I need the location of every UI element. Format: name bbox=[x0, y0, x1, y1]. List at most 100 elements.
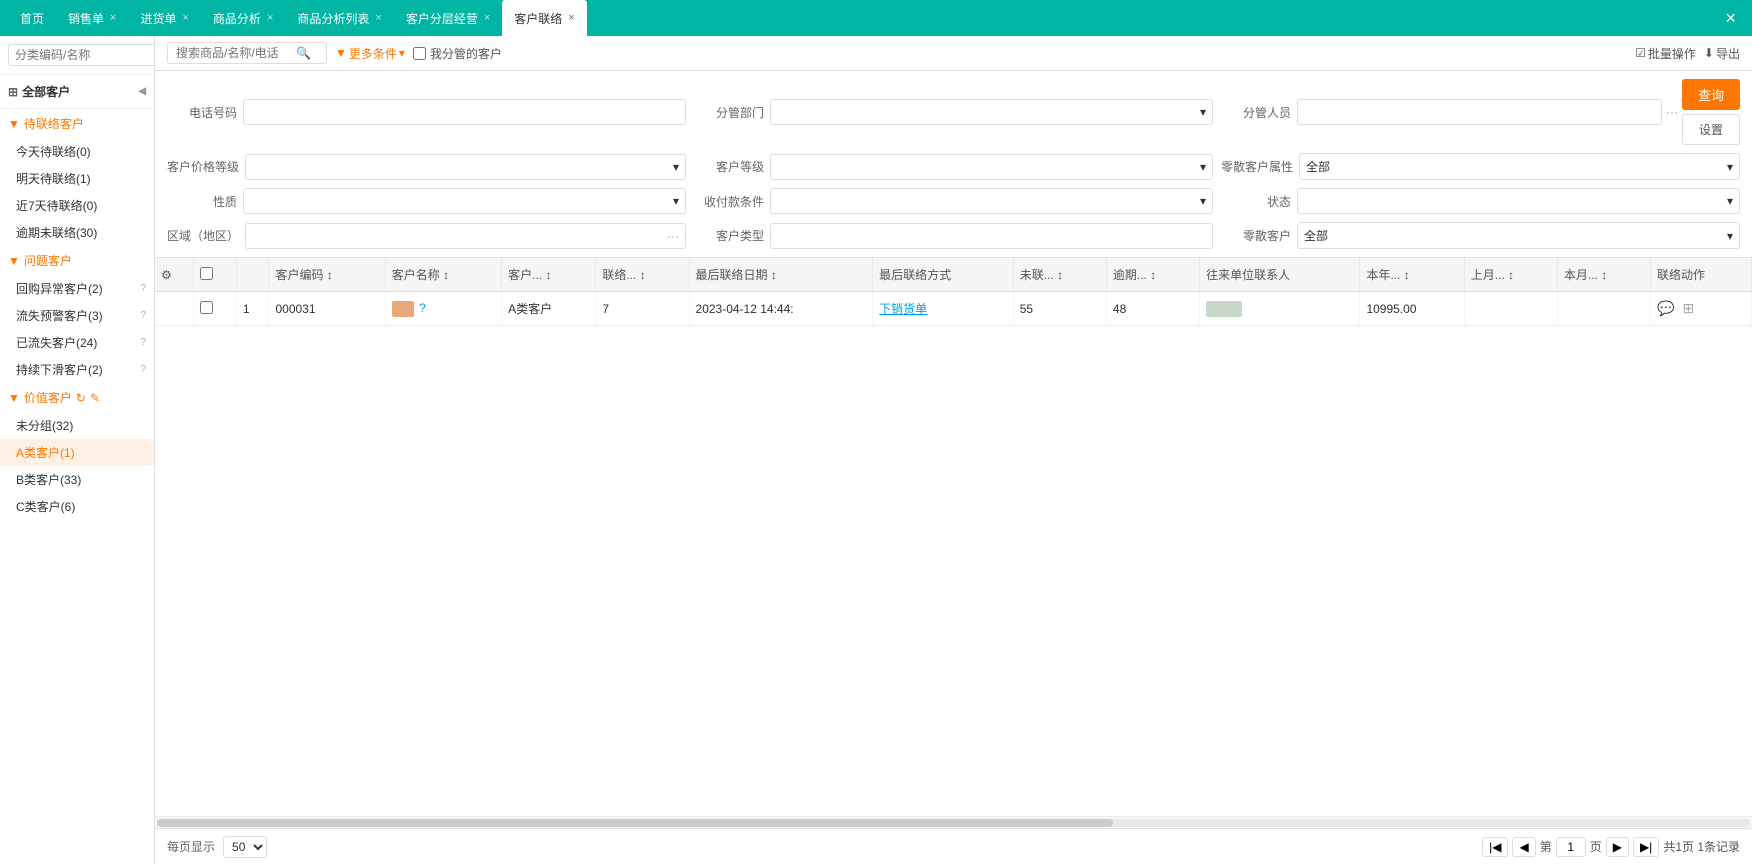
select-all-checkbox[interactable] bbox=[200, 267, 213, 280]
tab-analysis-list-close[interactable]: × bbox=[375, 12, 381, 24]
sidebar-item-overdue[interactable]: 逾期未联络(30) bbox=[0, 219, 154, 246]
col-customer-type[interactable]: 客户... ↕ bbox=[502, 258, 596, 292]
sidebar-item-class-a[interactable]: A类客户(1) bbox=[0, 439, 154, 466]
col-contacts[interactable]: 联络... ↕ bbox=[596, 258, 689, 292]
col-name[interactable]: 客户名称 ↕ bbox=[385, 258, 501, 292]
advanced-filter-panel: 电话号码 分管部门 分管人员 ··· 查询 设置 bbox=[155, 71, 1752, 258]
scrollbar-track[interactable] bbox=[157, 819, 1750, 827]
value-edit-icon[interactable]: ✎ bbox=[90, 391, 100, 405]
tab-purchase-close[interactable]: × bbox=[182, 12, 188, 24]
filter-row-dept: 分管部门 bbox=[694, 79, 1213, 145]
tab-segment-close[interactable]: × bbox=[484, 12, 490, 24]
sidebar-all-customers[interactable]: ⊞ 全部客户 ◀ bbox=[0, 75, 154, 109]
page-unit: 页 bbox=[1590, 838, 1602, 855]
row-checkbox[interactable] bbox=[200, 301, 213, 314]
sidebar-item-tomorrow[interactable]: 明天待联络(1) bbox=[0, 165, 154, 192]
first-page-button[interactable]: |◀ bbox=[1482, 837, 1508, 857]
lost-warning-help-icon[interactable]: ? bbox=[140, 310, 146, 321]
dept-select[interactable] bbox=[770, 99, 1213, 125]
staff-input[interactable] bbox=[1297, 99, 1662, 125]
next-page-button[interactable]: ▶ bbox=[1606, 837, 1629, 857]
sidebar-item-repurchase-abnormal[interactable]: 回购异常客户(2) ? bbox=[0, 275, 154, 302]
sidebar-item-unclassified[interactable]: 未分组(32) bbox=[0, 412, 154, 439]
nav-tab-analysis[interactable]: 商品分析 × bbox=[201, 0, 285, 36]
horizontal-scrollbar[interactable] bbox=[155, 816, 1752, 828]
nav-home[interactable]: 首页 bbox=[8, 0, 56, 36]
sidebar-item-declining[interactable]: 持续下滑客户(2) ? bbox=[0, 356, 154, 383]
collapse-icon[interactable]: ◀ bbox=[138, 86, 146, 97]
sidebar-item-class-c[interactable]: C类客户(6) bbox=[0, 493, 154, 520]
more-filters-button[interactable]: ▼ 更多条件 ▾ bbox=[335, 45, 405, 62]
sidebar-search-container: 🔍 bbox=[0, 36, 154, 75]
price-grade-select[interactable] bbox=[245, 154, 686, 180]
action-message-icon[interactable]: 💬 bbox=[1657, 300, 1674, 317]
filter-row-retail-customer: 零散客户 全部 bbox=[1221, 222, 1740, 249]
sidebar-group-pending[interactable]: ▼ 待联络客户 bbox=[0, 109, 154, 138]
action-link-icon[interactable]: ⊞ bbox=[1682, 300, 1694, 317]
col-not-contacted[interactable]: 未联... ↕ bbox=[1013, 258, 1106, 292]
staff-more-icon[interactable]: ··· bbox=[1666, 105, 1678, 119]
col-last-month[interactable]: 上月... ↕ bbox=[1464, 258, 1557, 292]
sidebar-group-value[interactable]: ▼ 价值客户 ↻ ✎ bbox=[0, 383, 154, 412]
nature-select[interactable] bbox=[243, 188, 686, 214]
row-this-month-cell bbox=[1557, 292, 1650, 326]
row-last-contact-method-cell[interactable]: 下销货单 bbox=[873, 292, 1014, 326]
tab-contact-close[interactable]: × bbox=[568, 12, 574, 24]
nav-tab-sales[interactable]: 销售单 × bbox=[56, 0, 128, 36]
setting-button[interactable]: 设置 bbox=[1682, 114, 1740, 145]
payment-select[interactable] bbox=[770, 188, 1213, 214]
window-close-button[interactable]: × bbox=[1717, 8, 1744, 29]
value-refresh-icon[interactable]: ↻ bbox=[76, 391, 86, 405]
declining-label: 持续下滑客户(2) bbox=[16, 361, 103, 378]
my-customers-filter[interactable]: 我分管的客户 bbox=[413, 45, 502, 62]
sidebar-item-lost[interactable]: 已流失客户(24) ? bbox=[0, 329, 154, 356]
tab-segment-label: 客户分层经营 bbox=[406, 10, 478, 27]
region-select[interactable]: ··· bbox=[245, 223, 686, 249]
batch-operation-button[interactable]: ☑ 批量操作 bbox=[1635, 45, 1696, 62]
lost-help-icon[interactable]: ? bbox=[140, 337, 146, 348]
repurchase-help-icon[interactable]: ? bbox=[140, 283, 146, 294]
last-page-button[interactable]: ▶| bbox=[1633, 837, 1659, 857]
col-overdue[interactable]: 逾期... ↕ bbox=[1106, 258, 1199, 292]
col-last-contact-date[interactable]: 最后联络日期 ↕ bbox=[689, 258, 873, 292]
nav-tab-analysis-list[interactable]: 商品分析列表 × bbox=[285, 0, 393, 36]
retail-customer-select[interactable]: 全部 bbox=[1297, 222, 1740, 249]
col-settings[interactable]: ⚙ bbox=[155, 258, 193, 292]
tab-analysis-close[interactable]: × bbox=[267, 12, 273, 24]
customer-type-input[interactable] bbox=[770, 223, 1213, 249]
customer-grade-select[interactable] bbox=[770, 154, 1213, 180]
row-checkbox-cell[interactable] bbox=[193, 292, 236, 326]
query-button[interactable]: 查询 bbox=[1682, 79, 1740, 110]
status-select[interactable] bbox=[1297, 188, 1740, 214]
col-code[interactable]: 客户编码 ↕ bbox=[269, 258, 385, 292]
pending-arrow: ▼ bbox=[8, 117, 20, 131]
customer-type-label: 客户类型 bbox=[694, 227, 764, 244]
sidebar-item-today[interactable]: 今天待联络(0) bbox=[0, 138, 154, 165]
prev-page-button[interactable]: ◀ bbox=[1512, 837, 1535, 857]
scrollbar-thumb[interactable] bbox=[157, 819, 1113, 827]
page-label: 第 bbox=[1540, 838, 1552, 855]
sidebar-item-class-b[interactable]: B类客户(33) bbox=[0, 466, 154, 493]
nav-tab-contact[interactable]: 客户联络 × bbox=[502, 0, 586, 36]
filter-row-payment: 收付款条件 bbox=[694, 188, 1213, 214]
row-name-text[interactable]: ? bbox=[419, 301, 426, 315]
main-search-input[interactable] bbox=[176, 46, 296, 60]
export-button[interactable]: ⬇ 导出 bbox=[1704, 45, 1740, 62]
nav-tab-segment[interactable]: 客户分层经营 × bbox=[394, 0, 502, 36]
sidebar-item-lost-warning[interactable]: 流失预警客户(3) ? bbox=[0, 302, 154, 329]
sidebar-search-input[interactable] bbox=[8, 44, 155, 66]
nav-tab-purchase[interactable]: 进货单 × bbox=[128, 0, 200, 36]
tab-sales-close[interactable]: × bbox=[110, 12, 116, 24]
phone-input[interactable] bbox=[243, 99, 686, 125]
sidebar-item-7days[interactable]: 近7天待联络(0) bbox=[0, 192, 154, 219]
main-search-icon[interactable]: 🔍 bbox=[296, 46, 311, 60]
tab-contact-label: 客户联络 bbox=[514, 10, 562, 27]
my-customers-checkbox[interactable] bbox=[413, 47, 426, 60]
sidebar-group-problem[interactable]: ▼ 问题客户 bbox=[0, 246, 154, 275]
page-input[interactable] bbox=[1556, 837, 1586, 857]
retail-attr-select[interactable]: 全部 bbox=[1299, 153, 1740, 180]
col-this-year[interactable]: 本年... ↕ bbox=[1360, 258, 1464, 292]
col-this-month[interactable]: 本月... ↕ bbox=[1557, 258, 1650, 292]
per-page-select[interactable]: 50 bbox=[223, 836, 267, 858]
declining-help-icon[interactable]: ? bbox=[140, 364, 146, 375]
